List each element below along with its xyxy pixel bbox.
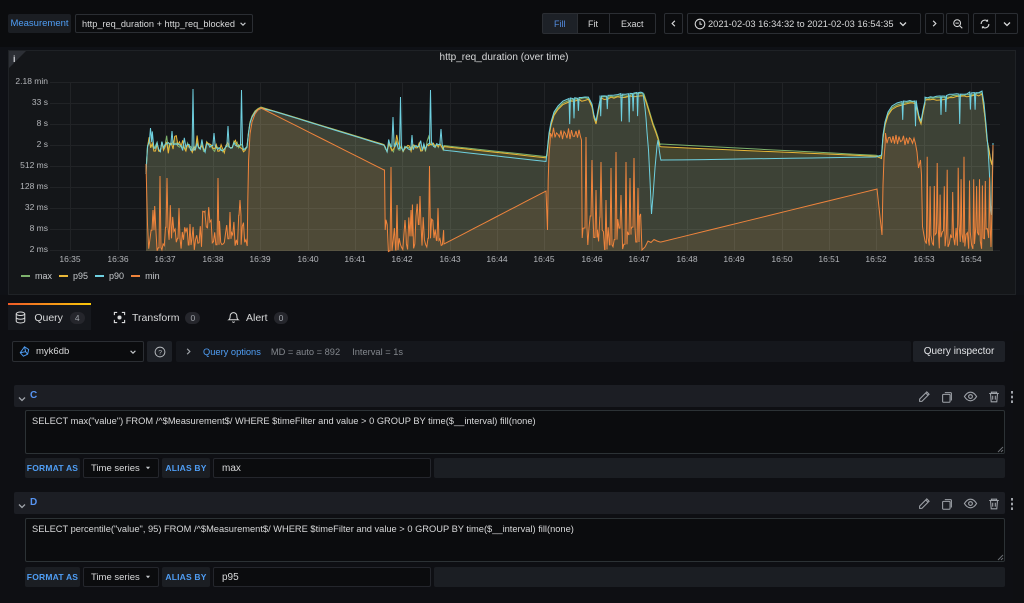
svg-text:?: ? — [158, 349, 162, 356]
